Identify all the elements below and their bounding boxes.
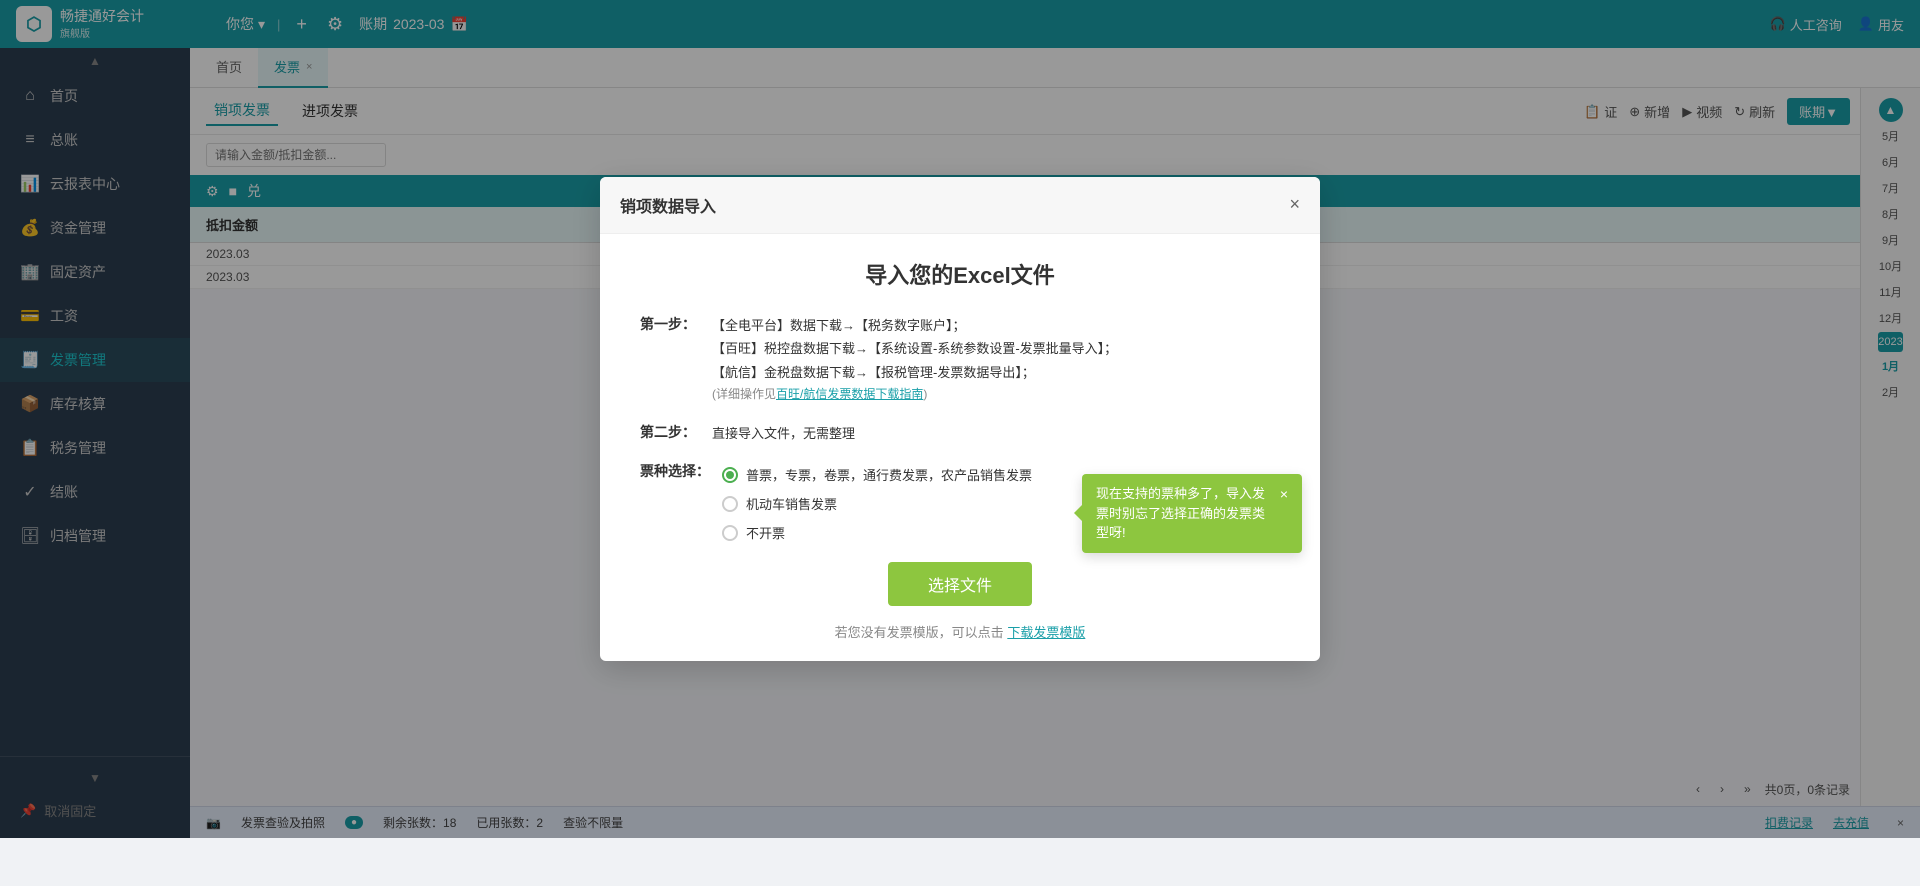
step1-content: 【全电平台】数据下载→【税务数字账户】； 【百旺】税控盘数据下载→【系统设置-系…: [712, 314, 1117, 406]
ticket-no-invoice[interactable]: 不开票: [722, 523, 1032, 542]
step1-label: 第一步：: [640, 314, 700, 406]
step2-label: 第二步：: [640, 422, 700, 445]
ticket-vehicle[interactable]: 机动车销售发票 × 现在支持的票种多了，导入发 票时别忘了选择正确的发票类 型呀…: [722, 494, 1032, 513]
radio-vehicle-circle: [722, 496, 738, 512]
step1-line1: 【全电平台】数据下载→【税务数字账户】；: [712, 314, 1117, 337]
radio-normal-circle: [722, 467, 738, 483]
tooltip-box: × 现在支持的票种多了，导入发 票时别忘了选择正确的发票类 型呀!: [1082, 474, 1302, 553]
step2-row: 第二步： 直接导入文件，无需整理: [640, 422, 1280, 445]
ticket-radio-group: 普票，专票，卷票，通行费发票，农产品销售发票 机动车销售发票 × 现在支持的票种…: [722, 465, 1032, 542]
ticket-selection-row: 票种选择： 普票，专票，卷票，通行费发票，农产品销售发票 机动车销售发票 ×: [640, 461, 1280, 542]
modal-body: 导入您的Excel文件 第一步： 【全电平台】数据下载→【税务数字账户】； 【百…: [600, 234, 1320, 661]
step2-content: 直接导入文件，无需整理: [712, 422, 855, 445]
modal-header: 销项数据导入 ×: [600, 177, 1320, 234]
ticket-normal[interactable]: 普票，专票，卷票，通行费发票，农产品销售发票: [722, 465, 1032, 484]
tooltip-line3: 型呀!: [1096, 523, 1288, 543]
select-file-btn[interactable]: 选择文件: [888, 562, 1032, 606]
ticket-vehicle-label: 机动车销售发票: [746, 494, 837, 513]
step1-note: (详细操作见百旺/航信发票数据下载指南): [712, 384, 1117, 406]
step1-line2: 【百旺】税控盘数据下载→【系统设置-系统参数设置-发票批量导入】；: [712, 337, 1117, 360]
download-template-link[interactable]: 下载发票模版: [1007, 625, 1085, 640]
step1-link[interactable]: 百旺/航信发票数据下载指南: [776, 387, 923, 401]
import-modal: 销项数据导入 × 导入您的Excel文件 第一步： 【全电平台】数据下载→【税务…: [600, 177, 1320, 661]
download-hint-text: 若您没有发票模版，可以点击: [835, 625, 1004, 640]
radio-normal-dot: [726, 471, 734, 479]
ticket-label: 票种选择：: [640, 461, 710, 542]
tooltip-line1: 现在支持的票种多了，导入发: [1096, 484, 1288, 504]
modal-overlay: 销项数据导入 × 导入您的Excel文件 第一步： 【全电平台】数据下载→【税务…: [0, 0, 1920, 838]
step1-row: 第一步： 【全电平台】数据下载→【税务数字账户】； 【百旺】税控盘数据下载→【系…: [640, 314, 1280, 406]
step1-line3: 【航信】金税盘数据下载→【报税管理-发票数据导出】；: [712, 361, 1117, 384]
modal-close-btn[interactable]: ×: [1289, 194, 1300, 215]
tooltip-line2: 票时别忘了选择正确的发票类: [1096, 504, 1288, 524]
tooltip-close-btn[interactable]: ×: [1280, 484, 1288, 505]
modal-title: 销项数据导入: [620, 193, 716, 217]
download-hint: 若您没有发票模版，可以点击 下载发票模版: [640, 622, 1280, 641]
ticket-noinvoice-label: 不开票: [746, 523, 785, 542]
modal-main-title: 导入您的Excel文件: [640, 258, 1280, 290]
ticket-normal-label: 普票，专票，卷票，通行费发票，农产品销售发票: [746, 465, 1032, 484]
radio-noinvoice-circle: [722, 525, 738, 541]
